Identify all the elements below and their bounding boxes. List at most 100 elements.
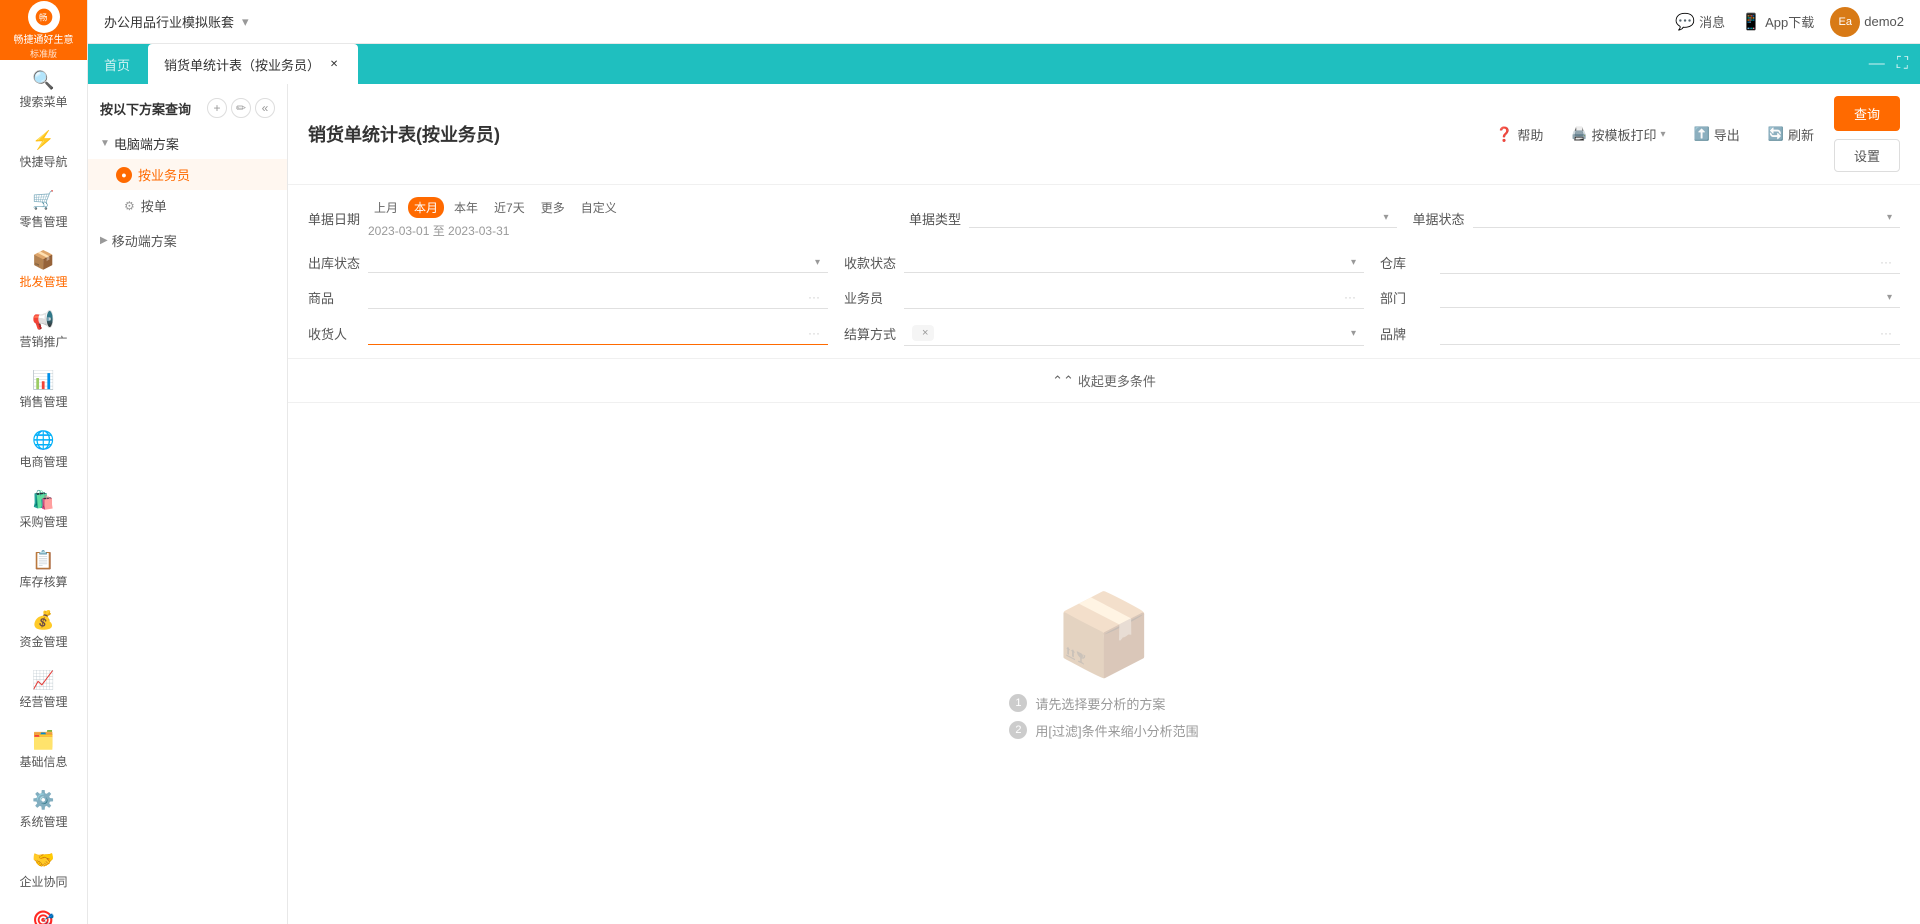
filter-row-4: 收货人 ··· 结算方式 × ▾ — [308, 321, 1900, 346]
sidebar-label-purchase: 采购管理 — [19, 513, 67, 530]
pc-section-label: 电脑端方案 — [114, 134, 179, 153]
query-btn[interactable]: 查询 — [1834, 96, 1900, 131]
tab-maximize-btn[interactable]: ⛶ — [1893, 51, 1912, 77]
sidebar-label-enterprise: 企业协同 — [19, 873, 67, 890]
sidebar: 畅 畅捷通好生意 标准版 🔍 搜索菜单 ⚡ 快捷导航 🛒 零售管理 📦 批发管理… — [0, 0, 88, 924]
department-input[interactable]: ▾ — [1440, 288, 1900, 308]
sidebar-label-marketing: 营销推广 — [19, 333, 67, 350]
tab-home[interactable]: 首页 — [88, 44, 146, 84]
brand-label: 品牌 — [1380, 324, 1440, 343]
message-btn[interactable]: 💬 消息 — [1675, 12, 1725, 32]
lp-item-by-order[interactable]: ⚙ 按单 — [88, 190, 287, 221]
sidebar-item-purchase[interactable]: 🛍️ 采购管理 — [0, 480, 88, 540]
settings-btn[interactable]: 设置 — [1834, 139, 1900, 172]
sidebar-item-wholesale[interactable]: 📦 批发管理 — [0, 240, 88, 300]
print-caret: ▾ — [1661, 129, 1666, 140]
basic-icon: 🗂️ — [32, 730, 54, 751]
doc-type-input[interactable]: ▾ — [969, 208, 1397, 228]
date-tab-more[interactable]: 更多 — [535, 197, 571, 218]
payment-input[interactable]: × ▾ — [904, 321, 1364, 346]
payment-tag[interactable]: × — [912, 325, 934, 341]
consignee-input[interactable]: ··· — [368, 322, 828, 345]
sidebar-item-finance[interactable]: 💰 资金管理 — [0, 600, 88, 660]
lp-collapse-btn[interactable]: « — [255, 98, 275, 118]
sidebar-item-ecommerce[interactable]: 🌐 电商管理 — [0, 420, 88, 480]
mobile-arrow: ▶ — [100, 235, 108, 246]
svg-text:畅: 畅 — [39, 12, 47, 22]
app-download-icon: 📱 — [1741, 12, 1761, 32]
collapse-up-icon: ⌃⌃ — [1052, 373, 1074, 389]
topbar-dropdown-icon[interactable]: ▾ — [242, 14, 249, 30]
refresh-btn[interactable]: 🔄 刷新 — [1760, 121, 1822, 148]
sidebar-item-basic[interactable]: 🗂️ 基础信息 — [0, 720, 88, 780]
operation-icon: 📈 — [32, 670, 54, 691]
sidebar-item-sales[interactable]: 📊 销售管理 — [0, 360, 88, 420]
lp-section-header-pc[interactable]: ▼ 电脑端方案 — [88, 128, 287, 159]
lp-move-section[interactable]: ▶ 移动端方案 — [88, 225, 287, 256]
tabbar: 首页 销货单统计表（按业务员） ✕ — ⛶ — [88, 44, 1920, 84]
sidebar-item-inventory[interactable]: 📋 库存核算 — [0, 540, 88, 600]
message-icon: 💬 — [1675, 12, 1695, 32]
date-range: 2023-03-01 至 2023-03-31 — [368, 222, 893, 239]
out-status-label: 出库状态 — [308, 253, 368, 272]
out-status-input[interactable]: ▾ — [368, 253, 828, 273]
department-label: 部门 — [1380, 288, 1440, 307]
recv-status-arrow: ▾ — [1351, 257, 1356, 268]
salesperson-input[interactable]: ··· — [904, 286, 1364, 309]
collapse-btn[interactable]: ⌃⌃ 收起更多条件 — [1040, 367, 1168, 394]
sidebar-item-operation[interactable]: 📈 经营管理 — [0, 660, 88, 720]
sidebar-item-retail[interactable]: 🛒 零售管理 — [0, 180, 88, 240]
tip-num-2: 2 — [1009, 721, 1027, 739]
system-icon: ⚙️ — [32, 790, 54, 811]
tip-text-2: 用[过滤]条件来缩小分析范围 — [1035, 721, 1198, 740]
sidebar-item-marketing[interactable]: 📢 营销推广 — [0, 300, 88, 360]
tab-minimize-btn[interactable]: — — [1865, 51, 1889, 77]
warehouse-input[interactable]: ··· — [1440, 251, 1900, 274]
date-tab-custom[interactable]: 自定义 — [575, 197, 623, 218]
date-tab-last-month[interactable]: 上月 — [368, 197, 404, 218]
by-order-icon: ⚙ — [124, 199, 135, 213]
product-input[interactable]: ··· — [368, 286, 828, 309]
lp-actions: + ✏ « — [207, 98, 275, 118]
avatar: Ea — [1830, 7, 1860, 37]
sidebar-label-system: 系统管理 — [19, 813, 67, 830]
doc-status-input[interactable]: ▾ — [1473, 208, 1901, 228]
filter-area: 单据日期 上月 本月 本年 近7天 更多 自定义 2023-03-01 至 20… — [288, 185, 1920, 359]
lp-add-btn[interactable]: + — [207, 98, 227, 118]
sidebar-item-enterprise[interactable]: 🤝 企业协同 — [0, 840, 88, 900]
topbar-right: 💬 消息 📱 App下载 Ea demo2 — [1675, 7, 1904, 37]
lp-edit-btn[interactable]: ✏ — [231, 98, 251, 118]
sidebar-item-system[interactable]: ⚙️ 系统管理 — [0, 780, 88, 840]
refresh-icon: 🔄 — [1768, 126, 1784, 142]
doc-type-arrow: ▾ — [1383, 212, 1388, 223]
filter-row-3: 商品 ··· 业务员 ··· 部门 — [308, 286, 1900, 309]
tab-close-btn[interactable]: ✕ — [326, 56, 342, 72]
date-tabs: 上月 本月 本年 近7天 更多 自定义 — [368, 197, 893, 218]
recv-status-input[interactable]: ▾ — [904, 253, 1364, 273]
date-tab-this-year[interactable]: 本年 — [448, 197, 484, 218]
payment-tag-clear[interactable]: × — [922, 327, 928, 339]
finance-icon: 💰 — [32, 610, 54, 631]
empty-tips: 1 请先选择要分析的方案 2 用[过滤]条件来缩小分析范围 — [1009, 694, 1198, 740]
sidebar-logo: 畅 畅捷通好生意 标准版 — [0, 0, 88, 60]
date-tab-this-month[interactable]: 本月 — [408, 197, 444, 218]
lp-item-by-salesperson[interactable]: ● 按业务员 — [88, 159, 287, 190]
sidebar-item-newbie[interactable]: 🎯 新手引导 — [0, 900, 88, 924]
sidebar-item-quick-nav[interactable]: ⚡ 快捷导航 — [0, 120, 88, 180]
app-download-btn[interactable]: 📱 App下载 — [1741, 12, 1814, 32]
filter-date: 单据日期 上月 本月 本年 近7天 更多 自定义 2023-03-01 至 20… — [308, 197, 893, 239]
empty-illustration: 📦 — [1054, 588, 1154, 682]
newbie-icon: 🎯 — [32, 910, 54, 924]
brand-input[interactable]: ··· — [1440, 322, 1900, 345]
help-btn[interactable]: ❓ 帮助 — [1488, 121, 1551, 148]
doc-type-label: 单据类型 — [909, 209, 969, 228]
filter-product: 商品 ··· — [308, 286, 828, 309]
inventory-icon: 📋 — [32, 550, 54, 571]
tab-sales-stat[interactable]: 销货单统计表（按业务员） ✕ — [148, 44, 358, 84]
export-btn[interactable]: ⬆️ 导出 — [1686, 121, 1748, 148]
sidebar-label-basic: 基础信息 — [19, 753, 67, 770]
date-tab-last7days[interactable]: 近7天 — [488, 197, 531, 218]
print-btn[interactable]: 🖨️ 按模板打印 ▾ — [1563, 121, 1673, 148]
sidebar-item-search[interactable]: 🔍 搜索菜单 — [0, 60, 88, 120]
user-info[interactable]: Ea demo2 — [1830, 7, 1904, 37]
